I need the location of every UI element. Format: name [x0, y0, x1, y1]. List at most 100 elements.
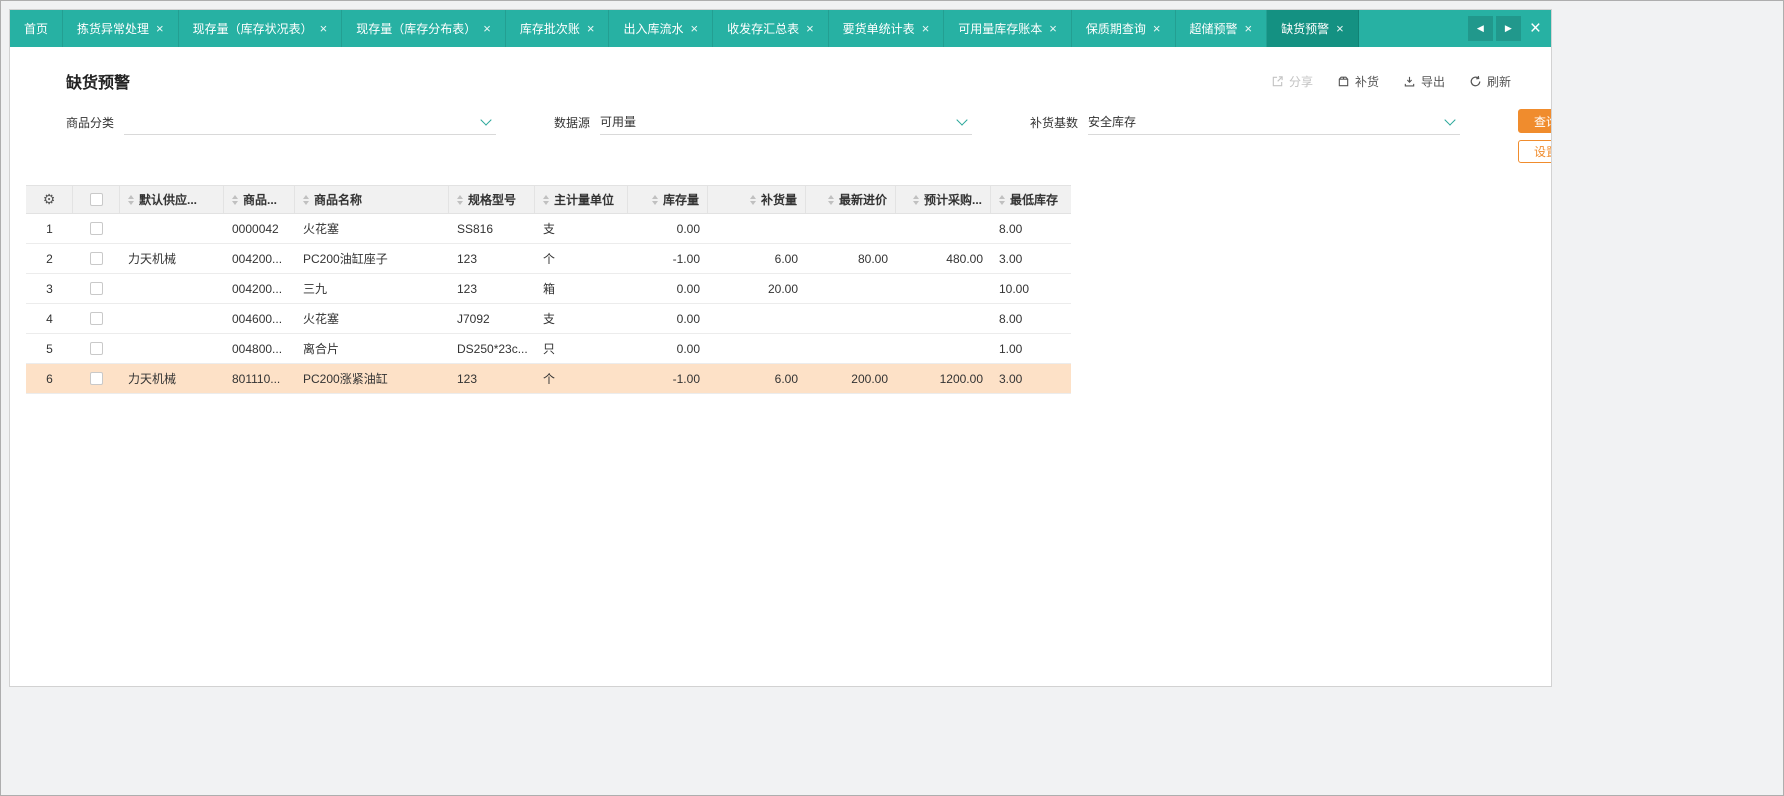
column-header-name[interactable]: 商品名称: [295, 186, 449, 213]
cell-unit: 支: [543, 222, 556, 236]
row-checkbox-cell: [73, 244, 120, 273]
tab-close-icon[interactable]: ×: [1336, 22, 1344, 35]
table-row[interactable]: 2 力天机械 004200... PC200油缸座子 123 个 -1.00 6.00 80.0…: [26, 244, 1071, 274]
filter-replenish-base-select[interactable]: 安全库存: [1088, 109, 1461, 135]
tabs-scroll-left-button[interactable]: ◀: [1467, 16, 1493, 41]
sort-icon: [651, 194, 658, 205]
cell-replenish: [708, 304, 806, 333]
tab-label: 现存量（库存状况表）: [192, 22, 313, 36]
replenish-button[interactable]: 补货: [1337, 73, 1379, 90]
row-checkbox-cell: [73, 274, 120, 303]
cell-stock: 0.00: [676, 311, 700, 326]
cell-code: 004200...: [232, 251, 283, 266]
tab-item-1[interactable]: 首页: [10, 10, 64, 47]
column-header-unit[interactable]: 主计量单位: [535, 186, 628, 213]
column-settings-cell[interactable]: ⚙: [26, 186, 73, 213]
tab-label: 超储预警: [1189, 22, 1238, 36]
app-window: 首页 拣货异常处理 × 现存量（库存状况表） × 现存量（库存分布表） × 库存批次账 × 出入库…: [9, 9, 1552, 687]
column-header-supplier[interactable]: 默认供应...: [120, 186, 224, 213]
tab-close-icon[interactable]: ×: [320, 22, 328, 35]
table-row[interactable]: 4 004600... 火花塞 J7092 支 0.00 8.00: [26, 304, 1071, 334]
tab-close-icon[interactable]: ×: [1153, 22, 1161, 35]
tab-label: 首页: [24, 22, 49, 36]
tab-item-8[interactable]: 要货单统计表 ×: [829, 10, 945, 47]
replenish-icon: [1337, 75, 1350, 88]
cell-min_stock: 1.00: [999, 341, 1023, 356]
export-button[interactable]: 导出: [1403, 73, 1445, 90]
column-label: 商品名称: [314, 193, 363, 207]
cell-unit: 个: [543, 252, 556, 266]
tab-list: 首页 拣货异常处理 × 现存量（库存状况表） × 现存量（库存分布表） × 库存批次账 × 出入库…: [10, 10, 1359, 47]
tab-close-icon[interactable]: ×: [806, 22, 814, 35]
column-header-min_stock[interactable]: 最低库存: [991, 186, 1071, 213]
tab-item-9[interactable]: 可用量库存账本 ×: [944, 10, 1072, 47]
tab-item-11[interactable]: 超储预警 ×: [1176, 10, 1268, 47]
tab-close-icon[interactable]: ×: [483, 22, 491, 35]
tab-close-icon[interactable]: ×: [156, 22, 164, 35]
cell-supplier: 力天机械: [128, 372, 177, 386]
filter-data-source-select[interactable]: 可用量: [600, 109, 973, 135]
cell-estimate: [896, 274, 991, 303]
filter-product-category-select[interactable]: [124, 109, 497, 135]
table-row[interactable]: 1 0000042 火花塞 SS816 支 0.00 8.00: [26, 214, 1071, 244]
page-content: 缺货预警 分享 补货 导出 刷新 商品分类 数据源可用量 补货基数安全库存 查询 设置 ⚙…: [10, 47, 1551, 686]
tabs-scroll-right-button[interactable]: ▶: [1495, 16, 1521, 41]
tab-close-icon[interactable]: ×: [1049, 22, 1057, 35]
row-checkbox-cell: [73, 364, 120, 393]
row-checkbox[interactable]: [90, 282, 103, 295]
tab-item-5[interactable]: 库存批次账 ×: [506, 10, 610, 47]
share-button[interactable]: 分享: [1271, 73, 1313, 90]
column-header-replenish[interactable]: 补货量: [708, 186, 806, 213]
settings-button[interactable]: 设置: [1518, 140, 1551, 163]
column-label: 默认供应...: [139, 193, 198, 207]
cell-stock: 0.00: [676, 281, 700, 296]
tab-close-icon[interactable]: ×: [587, 22, 595, 35]
filter-replenish-base: 补货基数 安全库存: [1030, 109, 1461, 135]
tab-label: 出入库流水: [623, 22, 684, 36]
column-label: 商品...: [243, 193, 278, 207]
cell-name: 三九: [303, 282, 328, 296]
cell-min_stock: 8.00: [999, 311, 1023, 326]
sort-icon: [543, 194, 549, 205]
tab-close-icon[interactable]: ×: [1245, 22, 1253, 35]
tab-item-6[interactable]: 出入库流水 ×: [609, 10, 714, 47]
row-checkbox[interactable]: [90, 342, 103, 355]
tab-close-icon[interactable]: ×: [922, 22, 930, 35]
cell-replenish: [708, 334, 806, 363]
sort-icon: [999, 194, 1005, 205]
row-checkbox[interactable]: [90, 372, 103, 385]
row-checkbox[interactable]: [90, 222, 103, 235]
tool-label: 导出: [1420, 74, 1445, 89]
tab-item-3[interactable]: 现存量（库存状况表） ×: [179, 10, 343, 47]
table-row[interactable]: 3 004200... 三九 123 箱 0.00 20.00 10.00: [26, 274, 1071, 304]
tab-item-7[interactable]: 收发存汇总表 ×: [713, 10, 829, 47]
cell-min_stock: 3.00: [999, 371, 1023, 386]
table-row[interactable]: 5 004800... 离合片 DS250*23c... 只 0.00 1.00: [26, 334, 1071, 364]
cell-estimate: [896, 334, 991, 363]
filter-data-source: 数据源 可用量: [554, 109, 973, 135]
row-checkbox-cell: [73, 304, 120, 333]
column-header-stock[interactable]: 库存量: [628, 186, 708, 213]
refresh-button[interactable]: 刷新: [1469, 73, 1511, 90]
tab-item-12[interactable]: 缺货预警 ×: [1267, 10, 1359, 47]
column-header-estimate[interactable]: 预计采购...: [896, 186, 991, 213]
filter-bar: 商品分类 数据源可用量 补货基数安全库存 查询 设置: [10, 103, 1551, 173]
sort-icon: [457, 194, 463, 205]
results-table: ⚙ 默认供应... 商品... 商品名称 规格型号 主计量单位 库存量 补货量 最新进价 预计采购…: [26, 185, 1535, 394]
gear-icon: ⚙: [42, 191, 56, 207]
tab-close-icon[interactable]: ×: [690, 22, 698, 35]
table-row[interactable]: 6 力天机械 801110... PC200涨紧油缸 123 个 -1.00 6.00 200.…: [26, 364, 1071, 394]
row-checkbox[interactable]: [90, 312, 103, 325]
select-all-checkbox[interactable]: [89, 193, 103, 206]
cell-replenish: 20.00: [767, 281, 798, 296]
query-button[interactable]: 查询: [1518, 109, 1551, 133]
tab-item-4[interactable]: 现存量（库存分布表） ×: [342, 10, 506, 47]
tab-item-2[interactable]: 拣货异常处理 ×: [63, 10, 179, 47]
column-header-spec[interactable]: 规格型号: [449, 186, 535, 213]
table-header-row: ⚙ 默认供应... 商品... 商品名称 规格型号 主计量单位 库存量 补货量 最新进价 预计采购…: [26, 185, 1071, 214]
tabs-close-button[interactable]: ×: [1530, 19, 1541, 38]
column-header-code[interactable]: 商品...: [224, 186, 295, 213]
column-header-price[interactable]: 最新进价: [806, 186, 896, 213]
row-checkbox[interactable]: [90, 252, 103, 265]
tab-item-10[interactable]: 保质期查询 ×: [1072, 10, 1176, 47]
